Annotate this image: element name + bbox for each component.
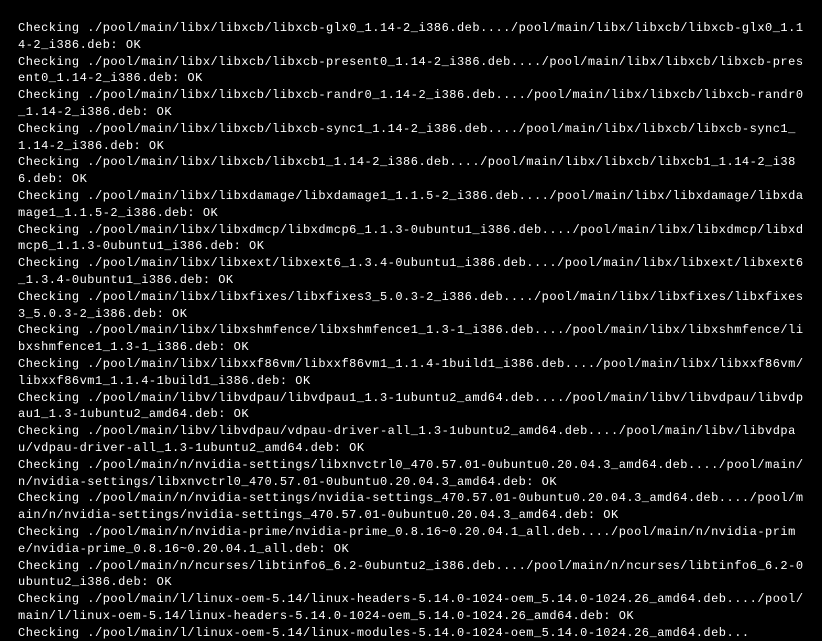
- terminal-line: Checking ./pool/main/libx/libxdamage/lib…: [18, 188, 804, 222]
- terminal-output: Checking ./pool/main/libx/libxcb/libxcb-…: [18, 20, 804, 641]
- terminal-line: Checking ./pool/main/libx/libxcb/libxcb-…: [18, 54, 804, 88]
- terminal-line: Checking ./pool/main/libx/libxcb/libxcb-…: [18, 20, 804, 54]
- terminal-line: Checking ./pool/main/libx/libxext/libxex…: [18, 255, 804, 289]
- terminal-line: Checking ./pool/main/libv/libvdpau/vdpau…: [18, 423, 804, 457]
- terminal-line: Checking ./pool/main/n/nvidia-prime/nvid…: [18, 524, 804, 558]
- terminal-line: Checking ./pool/main/libx/libxcb/libxcb-…: [18, 121, 804, 155]
- terminal-line: Checking ./pool/main/l/linux-oem-5.14/li…: [18, 591, 804, 625]
- terminal-line: Checking ./pool/main/libv/libvdpau/libvd…: [18, 390, 804, 424]
- terminal-line: Checking ./pool/main/n/nvidia-settings/n…: [18, 490, 804, 524]
- terminal-line: Checking ./pool/main/libx/libxdmcp/libxd…: [18, 222, 804, 256]
- terminal-line: Checking ./pool/main/libx/libxxf86vm/lib…: [18, 356, 804, 390]
- terminal-line: Checking ./pool/main/libx/libxcb/libxcb-…: [18, 87, 804, 121]
- terminal-line: Checking ./pool/main/libx/libxfixes/libx…: [18, 289, 804, 323]
- terminal-line: Checking ./pool/main/l/linux-oem-5.14/li…: [18, 625, 804, 641]
- terminal-line: Checking ./pool/main/n/ncurses/libtinfo6…: [18, 558, 804, 592]
- terminal-line: Checking ./pool/main/n/nvidia-settings/l…: [18, 457, 804, 491]
- terminal-line: Checking ./pool/main/libx/libxshmfence/l…: [18, 322, 804, 356]
- terminal-line: Checking ./pool/main/libx/libxcb/libxcb1…: [18, 154, 804, 188]
